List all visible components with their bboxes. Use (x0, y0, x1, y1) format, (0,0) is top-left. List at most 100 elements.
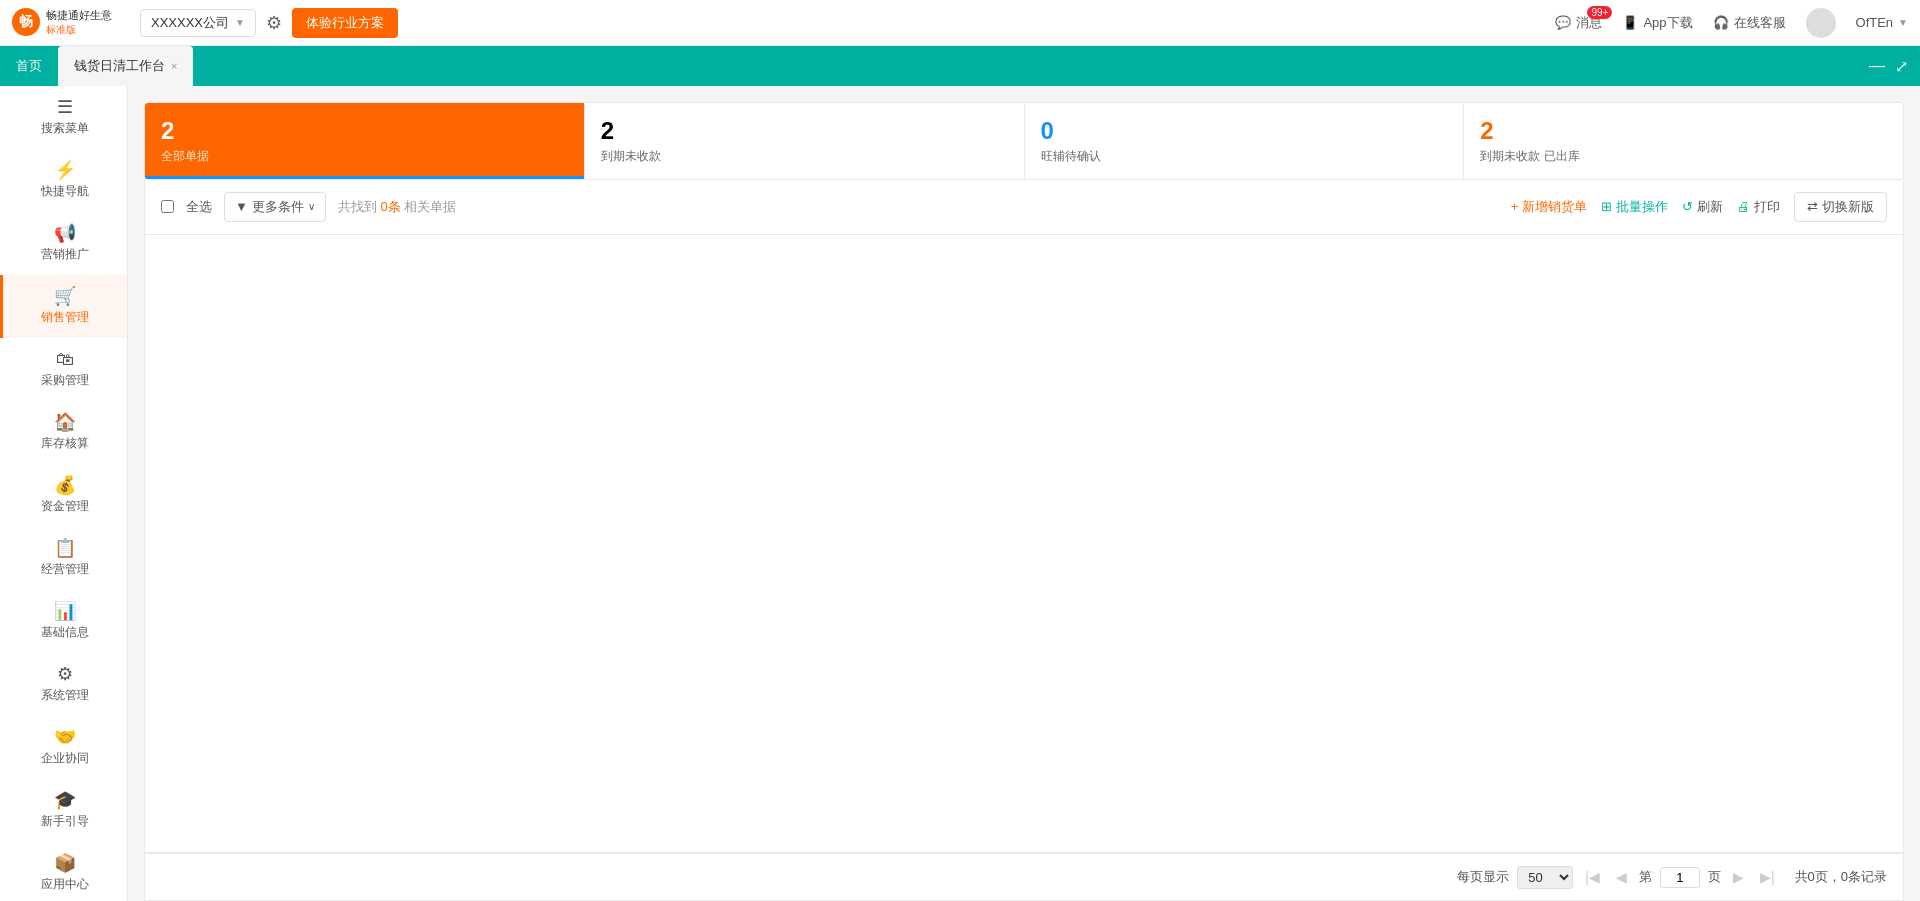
switch-icon: ⇄ (1807, 199, 1818, 214)
company-selector[interactable]: XXXXXX公司 ▼ (140, 9, 256, 37)
company-name: XXXXXX公司 (151, 14, 229, 32)
total-info: 共0页，0条记录 (1795, 868, 1887, 886)
new-sales-order-button[interactable]: + 新增销货单 (1511, 198, 1587, 216)
sales-icon: 🛒 (54, 287, 76, 305)
next-page-button[interactable]: ▶ (1729, 867, 1748, 887)
app-download-label: App下载 (1643, 14, 1692, 32)
batch-operation-button[interactable]: ⊞ 批量操作 (1601, 198, 1668, 216)
finance-icon: 💰 (54, 476, 76, 494)
sidebar-finance-label: 资金管理 (41, 498, 89, 515)
sidebar-basic-label: 基础信息 (41, 624, 89, 641)
service-icon: 🎧 (1713, 15, 1729, 30)
refresh-label: 刷新 (1697, 198, 1723, 216)
sidebar-item-finance[interactable]: 💰 资金管理 (0, 464, 127, 527)
prev-page-button[interactable]: ◀ (1612, 867, 1631, 887)
sidebar-item-system[interactable]: ⚙ 系统管理 (0, 653, 127, 716)
sidebar: ☰ 搜索菜单 ⚡ 快捷导航 📢 营销推广 🛒 销售管理 🛍 采购管理 🏠 库存核… (0, 86, 128, 901)
card-pending[interactable]: 0 旺辅待确认 (1025, 103, 1465, 179)
logo-area: 畅 畅捷通好生意 标准版 (12, 8, 140, 36)
sidebar-marketing-label: 营销推广 (41, 246, 89, 263)
settings-icon[interactable]: ⚙ (266, 12, 282, 34)
inventory-icon: 🏠 (54, 413, 76, 431)
filter-icon: ▼ (235, 199, 248, 214)
refresh-button[interactable]: ↺ 刷新 (1682, 198, 1723, 216)
switch-version-button[interactable]: ⇄ 切换新版 (1794, 192, 1887, 222)
pagination-bar: 每页显示 50 100 200 |◀ ◀ 第 1 页 ▶ ▶| 共0页，0条记录 (144, 853, 1904, 901)
tab-home-label: 首页 (16, 57, 42, 75)
guide-icon: 🎓 (54, 791, 76, 809)
batch-icon: ⊞ (1601, 199, 1612, 214)
print-label: 打印 (1754, 198, 1780, 216)
first-page-button[interactable]: |◀ (1581, 867, 1604, 887)
sidebar-inventory-label: 库存核算 (41, 435, 89, 452)
quick-nav-icon: ⚡ (54, 161, 76, 179)
tab-home[interactable]: 首页 (0, 46, 58, 86)
tab-workbench[interactable]: 钱货日清工作台 × (58, 46, 193, 86)
print-icon: 🖨 (1737, 199, 1750, 214)
main-layout: ☰ 搜索菜单 ⚡ 快捷导航 📢 营销推广 🛒 销售管理 🛍 采购管理 🏠 库存核… (0, 86, 1920, 901)
card-pending-number: 0 (1041, 117, 1448, 146)
sidebar-apps-label: 应用中心 (41, 876, 89, 893)
user-chevron-icon: ▼ (1898, 17, 1908, 28)
sidebar-item-guide[interactable]: 🎓 新手引导 (0, 779, 127, 842)
trial-button[interactable]: 体验行业方案 (292, 8, 398, 38)
summary-cards: 2 全部单据 2 到期未收款 0 旺辅待确认 2 到期未收款 已出库 (144, 102, 1904, 180)
cooperation-icon: 🤝 (54, 728, 76, 746)
per-page-select[interactable]: 50 100 200 (1517, 866, 1573, 889)
user-avatar[interactable] (1806, 8, 1836, 38)
sidebar-item-inventory[interactable]: 🏠 库存核算 (0, 401, 127, 464)
sidebar-operation-label: 经营管理 (41, 561, 89, 578)
operation-icon: 📋 (54, 539, 76, 557)
card-overdue-number: 2 (601, 117, 1008, 146)
current-page-input[interactable]: 1 (1660, 867, 1700, 888)
maximize-icon[interactable]: ⤢ (1895, 57, 1908, 76)
card-overdue-out[interactable]: 2 到期未收款 已出库 (1464, 103, 1903, 179)
sidebar-item-apps[interactable]: 📦 应用中心 (0, 842, 127, 901)
close-tab-icon[interactable]: × (171, 60, 177, 72)
found-suffix: 相关单据 (404, 199, 456, 214)
more-filters-label: 更多条件 (252, 198, 304, 216)
table-area (144, 235, 1904, 853)
app-download-action[interactable]: 📱 App下载 (1622, 14, 1692, 32)
sidebar-item-marketing[interactable]: 📢 营销推广 (0, 212, 127, 275)
sidebar-item-basic[interactable]: 📊 基础信息 (0, 590, 127, 653)
message-action[interactable]: 💬 消息 99+ (1555, 14, 1602, 32)
user-name[interactable]: OfTEn ▼ (1856, 15, 1908, 30)
system-icon: ⚙ (57, 665, 73, 683)
tab-workbench-label: 钱货日清工作台 (74, 57, 165, 75)
card-all-label: 全部单据 (161, 148, 568, 165)
card-overdue[interactable]: 2 到期未收款 (585, 103, 1025, 179)
last-page-button[interactable]: ▶| (1756, 867, 1779, 887)
tab-bar-controls: — ⤢ (1869, 57, 1920, 76)
card-overdue-out-label: 到期未收款 已出库 (1480, 148, 1887, 165)
minimize-icon[interactable]: — (1869, 57, 1885, 75)
sidebar-item-quick[interactable]: ⚡ 快捷导航 (0, 149, 127, 212)
print-button[interactable]: 🖨 打印 (1737, 198, 1780, 216)
sidebar-item-search[interactable]: ☰ 搜索菜单 (0, 86, 127, 149)
marketing-icon: 📢 (54, 224, 76, 242)
user-name-text: OfTEn (1856, 15, 1894, 30)
more-filters-button[interactable]: ▼ 更多条件 ∨ (224, 192, 326, 222)
content-area: 2 全部单据 2 到期未收款 0 旺辅待确认 2 到期未收款 已出库 全选 ▼ (128, 86, 1920, 901)
select-all-checkbox[interactable] (161, 200, 174, 213)
page-suffix: 页 (1708, 868, 1721, 886)
sidebar-quick-label: 快捷导航 (41, 183, 89, 200)
sidebar-purchase-label: 采购管理 (41, 372, 89, 389)
card-overdue-label: 到期未收款 (601, 148, 1008, 165)
sidebar-system-label: 系统管理 (41, 687, 89, 704)
sidebar-cooperation-label: 企业协同 (41, 750, 89, 767)
sidebar-guide-label: 新手引导 (41, 813, 89, 830)
basic-icon: 📊 (54, 602, 76, 620)
search-menu-icon: ☰ (57, 98, 73, 116)
sidebar-item-sales[interactable]: 🛒 销售管理 (0, 275, 127, 338)
sidebar-sales-label: 销售管理 (41, 309, 89, 326)
card-overdue-out-number: 2 (1480, 117, 1887, 146)
sidebar-item-operation[interactable]: 📋 经营管理 (0, 527, 127, 590)
sidebar-item-cooperation[interactable]: 🤝 企业协同 (0, 716, 127, 779)
filter-chevron-icon: ∨ (308, 201, 315, 212)
tab-bar: 首页 钱货日清工作台 × — ⤢ (0, 46, 1920, 86)
top-header: 畅 畅捷通好生意 标准版 XXXXXX公司 ▼ ⚙ 体验行业方案 💬 消息 99… (0, 0, 1920, 46)
online-service-action[interactable]: 🎧 在线客服 (1713, 14, 1786, 32)
sidebar-item-purchase[interactable]: 🛍 采购管理 (0, 338, 127, 401)
card-all[interactable]: 2 全部单据 (145, 103, 585, 179)
